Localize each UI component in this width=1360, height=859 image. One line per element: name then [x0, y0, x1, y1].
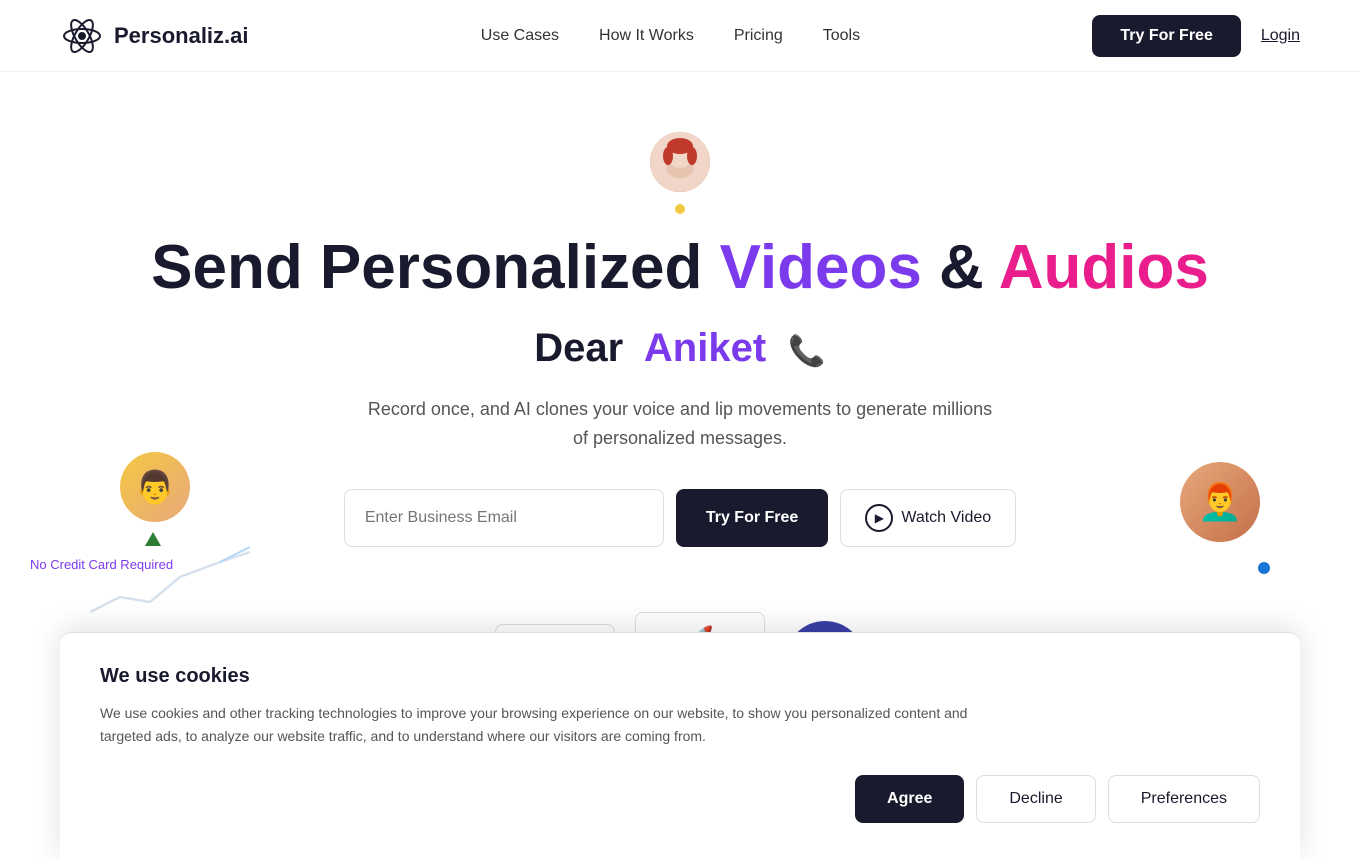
nav-try-button[interactable]: Try For Free — [1092, 15, 1240, 57]
nav-actions: Try For Free Login — [1092, 15, 1300, 57]
float-avatar-left: 👨 — [120, 452, 190, 522]
play-icon: ▶ — [865, 504, 893, 532]
cookie-agree-button[interactable]: Agree — [855, 775, 964, 823]
nav-use-cases[interactable]: Use Cases — [481, 27, 559, 45]
headline-start: Send Personalized — [151, 233, 720, 302]
float-avatar-right: 👨‍🦰 — [1180, 462, 1260, 542]
hero-sub-line2: of personalized messages. — [573, 428, 787, 448]
cookie-banner: We use cookies We use cookies and other … — [60, 632, 1300, 859]
dear-label: Dear — [534, 326, 623, 370]
email-input[interactable] — [344, 489, 664, 547]
cookie-preferences-button[interactable]: Preferences — [1108, 775, 1260, 823]
headline-audios: Audios — [999, 233, 1209, 302]
cookie-body: We use cookies and other tracking techno… — [100, 702, 1000, 747]
brand-name: Personaliz.ai — [114, 23, 249, 49]
dear-line: Dear Aniket 📞 — [20, 326, 1340, 371]
try-for-free-button[interactable]: Try For Free — [676, 489, 828, 547]
watch-label: Watch Video — [901, 509, 991, 527]
headline-videos: Videos — [720, 233, 922, 302]
cookie-decline-button[interactable]: Decline — [976, 775, 1095, 823]
nav-tools[interactable]: Tools — [823, 27, 860, 45]
brand-logo[interactable]: Personaliz.ai — [60, 14, 249, 58]
nav-login-button[interactable]: Login — [1261, 27, 1300, 45]
cookie-actions: Agree Decline Preferences — [100, 775, 1260, 823]
logo-icon — [60, 14, 104, 58]
nav-pricing[interactable]: Pricing — [734, 27, 783, 45]
nav-how-it-works[interactable]: How It Works — [599, 27, 694, 45]
dear-phone-icon: 📞 — [788, 335, 825, 368]
navbar: Personaliz.ai Use Cases How It Works Pri… — [0, 0, 1360, 72]
hero-sub-line1: Record once, and AI clones your voice an… — [368, 399, 992, 419]
dear-name: Aniket — [644, 326, 766, 370]
float-chart — [90, 542, 250, 627]
hero-dot-yellow — [675, 204, 685, 214]
hero-form: Try For Free ▶ Watch Video — [20, 489, 1340, 547]
nav-links: Use Cases How It Works Pricing Tools — [481, 27, 860, 45]
hero-headline: Send Personalized Videos & Audios — [20, 234, 1340, 302]
hero-subtext: Record once, and AI clones your voice an… — [20, 395, 1340, 453]
float-dot-blue — [1258, 562, 1270, 574]
cookie-title: We use cookies — [100, 665, 1260, 688]
hero-avatar-top — [650, 132, 710, 192]
watch-video-button[interactable]: ▶ Watch Video — [840, 489, 1016, 547]
headline-middle: & — [922, 233, 999, 302]
